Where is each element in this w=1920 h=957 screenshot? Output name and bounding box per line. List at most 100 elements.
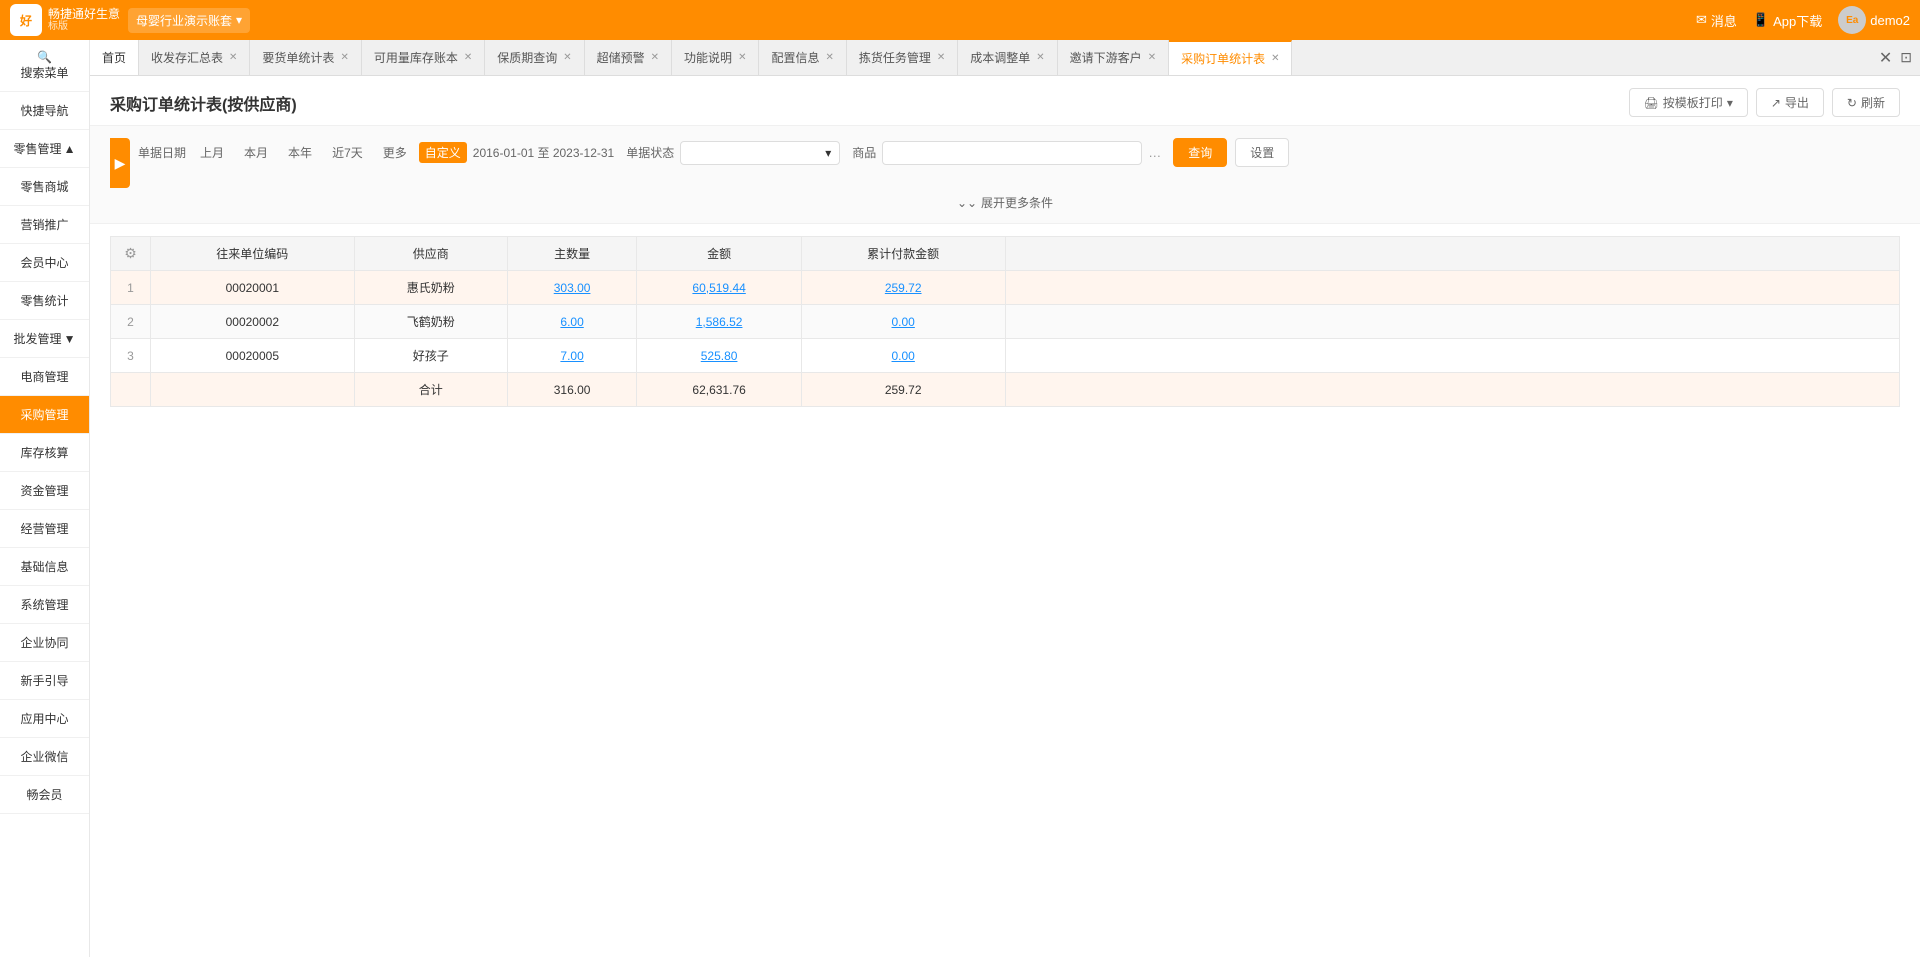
- sidebar-item-search[interactable]: 🔍 搜索菜单: [0, 40, 89, 92]
- tab-close-icon[interactable]: ✕: [937, 52, 945, 63]
- sidebar-item-inventory[interactable]: 库存核算: [0, 434, 89, 472]
- row-qty[interactable]: 303.00: [507, 271, 637, 305]
- tab-close-all-icon[interactable]: ✕: [1879, 48, 1892, 68]
- sidebar-item-member[interactable]: 会员中心: [0, 244, 89, 282]
- tab-close-icon[interactable]: ✕: [340, 52, 348, 63]
- tab-pick-task[interactable]: 拣货任务管理 ✕: [847, 40, 958, 76]
- more-options-icon[interactable]: …: [1148, 145, 1161, 160]
- tab-usable-inventory[interactable]: 可用量库存账本 ✕: [362, 40, 485, 76]
- row-amount[interactable]: 60,519.44: [637, 271, 802, 305]
- page-header: 采购订单统计表(按供应商) 🖨 按模板打印 ▾ ↗ 导出 ↻ 刷新: [90, 76, 1920, 126]
- sidebar-item-wechat[interactable]: 企业微信: [0, 738, 89, 776]
- table-row: 1 00020001 惠氏奶粉 303.00 60,519.44 259.72: [111, 271, 1900, 305]
- date-last-7-days[interactable]: 近7天: [324, 142, 371, 163]
- date-custom-tag[interactable]: 自定义: [419, 142, 467, 163]
- goods-input[interactable]: [882, 141, 1142, 165]
- tab-close-icon[interactable]: ✕: [651, 52, 659, 63]
- sidebar-item-system[interactable]: 系统管理: [0, 586, 89, 624]
- tab-close-icon[interactable]: ✕: [1036, 52, 1044, 63]
- sidebar-item-app-center[interactable]: 应用中心: [0, 700, 89, 738]
- date-this-month[interactable]: 本月: [236, 142, 276, 163]
- settings-button[interactable]: 设置: [1235, 138, 1289, 167]
- filter-section: ▶ 单据日期 上月 本月 本年 近7天 更多 自定义: [90, 126, 1920, 224]
- user-profile[interactable]: Ea demo2: [1838, 6, 1910, 34]
- sidebar-item-operations[interactable]: 经营管理: [0, 510, 89, 548]
- page-title: 采购订单统计表(按供应商): [110, 91, 297, 115]
- row-paid[interactable]: 0.00: [801, 305, 1005, 339]
- refresh-button[interactable]: ↻ 刷新: [1832, 88, 1900, 117]
- date-this-year[interactable]: 本年: [280, 142, 320, 163]
- expand-more-button[interactable]: ⌄⌄ 展开更多条件: [957, 194, 1053, 211]
- tab-close-icon[interactable]: ✕: [464, 52, 472, 63]
- tab-expiry-query[interactable]: 保质期查询 ✕: [485, 40, 584, 76]
- sidebar-item-retail-stat[interactable]: 零售统计: [0, 282, 89, 320]
- tab-receive-summary[interactable]: 收发存汇总表 ✕: [139, 40, 250, 76]
- tab-order-stat[interactable]: 要货单统计表 ✕: [250, 40, 361, 76]
- tab-close-icon[interactable]: ✕: [563, 52, 571, 63]
- sidebar-item-retail-shop[interactable]: 零售商城: [0, 168, 89, 206]
- tab-close-icon[interactable]: ✕: [1148, 52, 1156, 63]
- sidebar-item-wholesale[interactable]: 批发管理 ▼: [0, 320, 89, 358]
- sidebar-item-new-guide[interactable]: 新手引导: [0, 662, 89, 700]
- query-button[interactable]: 查询: [1173, 138, 1227, 167]
- row-code: 00020005: [151, 339, 355, 373]
- date-last-month[interactable]: 上月: [192, 142, 232, 163]
- tab-close-icon[interactable]: ✕: [825, 52, 833, 63]
- sidebar-item-quick-nav[interactable]: 快捷导航: [0, 92, 89, 130]
- tab-function-desc[interactable]: 功能说明 ✕: [672, 40, 759, 76]
- expand-row: ⌄⌄ 展开更多条件: [110, 188, 1900, 211]
- message-button[interactable]: ✉ 消息: [1696, 11, 1737, 30]
- sidebar-item-ecommerce[interactable]: 电商管理: [0, 358, 89, 396]
- sidebar-item-member2[interactable]: 畅会员: [0, 776, 89, 814]
- tab-close-icon[interactable]: ✕: [1271, 53, 1279, 64]
- tab-home[interactable]: 首页: [90, 40, 139, 76]
- tab-invite-downstream[interactable]: 邀请下游客户 ✕: [1058, 40, 1169, 76]
- app-download-button[interactable]: 📱 App下载: [1753, 11, 1822, 30]
- main-wrapper: 🔍 搜索菜单 快捷导航 零售管理 ▲ 零售商城 营销推广 会员中心 零售统计 批…: [0, 40, 1920, 957]
- data-table: ⚙ 往来单位编码 供应商 主数量 金额 累计付款金额 1 00020001 惠氏…: [110, 236, 1900, 407]
- sidebar-item-marketing[interactable]: 营销推广: [0, 206, 89, 244]
- date-more[interactable]: 更多: [375, 142, 415, 163]
- col-paid: 累计付款金额: [801, 237, 1005, 271]
- tab-config-info[interactable]: 配置信息 ✕: [759, 40, 846, 76]
- row-amount[interactable]: 525.80: [637, 339, 802, 373]
- row-supplier: 好孩子: [354, 339, 507, 373]
- filter-buttons: 查询 设置: [1173, 138, 1289, 167]
- tab-overstock-warning[interactable]: 超储预警 ✕: [585, 40, 672, 76]
- table-row: 2 00020002 飞鹤奶粉 6.00 1,586.52 0.00: [111, 305, 1900, 339]
- footer-label: 合计: [354, 373, 507, 407]
- industry-selector[interactable]: 母婴行业演示账套 ▾: [128, 8, 250, 33]
- print-button[interactable]: 🖨 按模板打印 ▾: [1629, 88, 1748, 117]
- row-extra: [1005, 339, 1900, 373]
- row-num: 3: [111, 339, 151, 373]
- page-actions: 🖨 按模板打印 ▾ ↗ 导出 ↻ 刷新: [1629, 88, 1900, 117]
- tab-close-icon[interactable]: ✕: [229, 52, 237, 63]
- status-select[interactable]: ▾: [680, 141, 840, 165]
- row-extra: [1005, 305, 1900, 339]
- chevron-down-icon: ▾: [236, 13, 242, 27]
- sidebar-item-basic-info[interactable]: 基础信息: [0, 548, 89, 586]
- tab-cost-adjust[interactable]: 成本调整单 ✕: [958, 40, 1057, 76]
- row-paid[interactable]: 259.72: [801, 271, 1005, 305]
- sidebar-item-purchase[interactable]: 采购管理: [0, 396, 89, 434]
- export-button[interactable]: ↗ 导出: [1756, 88, 1824, 117]
- row-supplier: 惠氏奶粉: [354, 271, 507, 305]
- row-qty[interactable]: 7.00: [507, 339, 637, 373]
- row-paid[interactable]: 0.00: [801, 339, 1005, 373]
- filter-toggle-button[interactable]: ▶: [110, 138, 130, 188]
- sidebar-item-finance[interactable]: 资金管理: [0, 472, 89, 510]
- sidebar-item-enterprise[interactable]: 企业协同: [0, 624, 89, 662]
- logo-area: 好 畅捷通好生意 标版: [10, 4, 120, 36]
- tab-close-icon[interactable]: ✕: [738, 52, 746, 63]
- column-settings-icon[interactable]: ⚙: [124, 245, 137, 261]
- tab-maximize-icon[interactable]: ⊡: [1900, 49, 1912, 66]
- sidebar-item-retail[interactable]: 零售管理 ▲: [0, 130, 89, 168]
- arrow-icon: ▲: [64, 142, 76, 156]
- tab-purchase-stat[interactable]: 采购订单统计表 ✕: [1169, 40, 1292, 76]
- chevron-down-icon: ▾: [825, 146, 831, 160]
- footer-amount: 62,631.76: [637, 373, 802, 407]
- row-amount[interactable]: 1,586.52: [637, 305, 802, 339]
- col-supplier: 供应商: [354, 237, 507, 271]
- row-qty[interactable]: 6.00: [507, 305, 637, 339]
- filter-dates: 上月 本月 本年 近7天 更多 自定义: [192, 142, 467, 163]
